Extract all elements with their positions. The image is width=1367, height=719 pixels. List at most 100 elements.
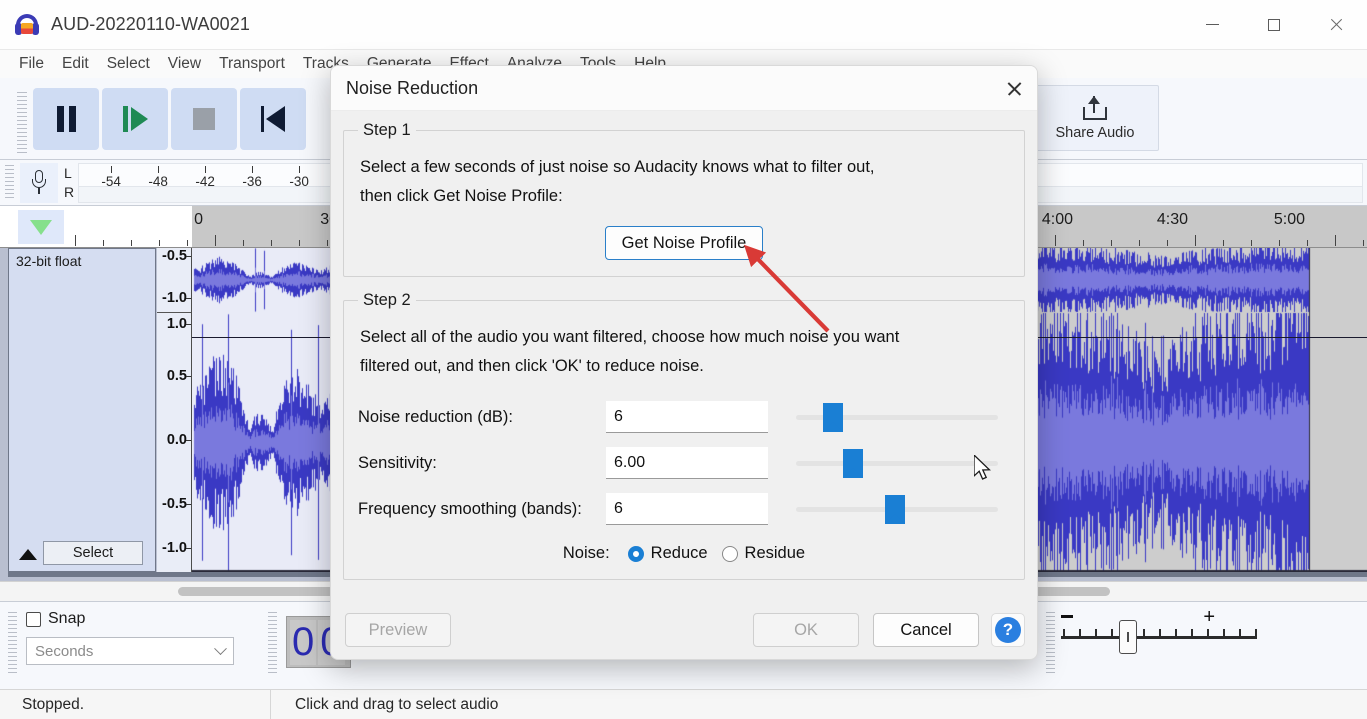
meter-channel-labels: L R [64,164,74,202]
slider-thumb[interactable] [885,495,906,524]
ruler-tick [1055,235,1056,246]
dialog-title-bar: Noise Reduction [331,66,1037,111]
time-toolbar-grip[interactable] [268,612,277,674]
zoom-slider-tick [1223,629,1225,637]
dialog-title: Noise Reduction [346,77,479,98]
noise-reduction-row: Noise reduction (dB): [358,394,1010,440]
meter-right-label: R [64,183,75,200]
step2-group: Step 2 Select all of the audio you want … [343,291,1025,580]
status-divider [270,689,271,719]
pause-button[interactable] [33,88,99,150]
ruler-tick [1279,240,1280,246]
close-icon [1329,18,1343,32]
zoom-slider-tick [1063,629,1065,637]
ruler-label: 4:30 [1156,211,1188,228]
zoom-slider-tick [1175,629,1177,637]
toolbar-grip[interactable] [17,92,27,154]
frequency-smoothing-slider[interactable] [796,493,998,525]
frequency-smoothing-label: Frequency smoothing (bands): [358,499,582,518]
ruler-tick [243,240,244,246]
time-digit-0: 0 [290,619,317,665]
noise-reduction-dialog: Noise Reduction Step 1 Select a few seco… [330,65,1038,660]
ruler-tick [1335,235,1336,246]
play-icon [122,106,148,132]
pause-icon [56,106,76,132]
zoom-slider-tick [1159,629,1161,637]
dialog-footer: Preview OK Cancel ? [331,601,1037,659]
ruler-tick [1167,240,1168,246]
sensitivity-slider[interactable] [796,447,998,479]
zoom-toolbar-grip[interactable] [1046,612,1055,674]
close-window-button[interactable] [1305,0,1367,50]
menu-view[interactable]: View [159,52,210,76]
snap-unit-select[interactable]: Seconds [26,637,234,665]
stop-icon [193,108,215,130]
noise-reduction-input[interactable] [606,401,768,433]
skip-to-start-button[interactable] [240,88,306,150]
slider-thumb[interactable] [823,403,844,432]
share-audio-button[interactable]: Share Audio [1031,85,1159,151]
zoom-slider[interactable]: + [1057,607,1271,660]
audacity-window: AUD-20220110-WA0021 File Edit Select Vie… [0,0,1367,719]
menu-file[interactable]: File [10,52,53,76]
zoom-slider-tick [1095,629,1097,637]
vertical-ruler-tick [186,548,191,549]
dialog-close-button[interactable] [991,66,1037,111]
maximize-icon [1268,18,1280,31]
radio-selected-icon [627,545,644,562]
ruler-tick [131,240,132,246]
status-hint-message: Click and drag to select audio [295,695,499,713]
zoom-in-icon[interactable]: + [1203,607,1215,627]
play-button[interactable] [102,88,168,150]
meter-tick [252,165,254,173]
meter-left-label: L [64,164,72,181]
menu-edit[interactable]: Edit [53,52,98,76]
channel-divider [157,312,191,313]
audacity-headphones-icon [14,12,40,38]
ruler-label: 0 [194,211,203,228]
noise-reduction-slider[interactable] [796,401,998,433]
menu-select[interactable]: Select [98,52,159,76]
track-control-panel[interactable]: 32-bit float Select [8,248,156,572]
noise-mode-row: Noise: Reduce Residue [358,544,1010,563]
step2-parameters: Noise reduction (dB): Sensitivity: [358,394,1010,563]
noise-residue-radio-option[interactable]: Residue [721,544,805,563]
snap-unit-value: Seconds [35,642,94,660]
slider-track [796,461,998,466]
step2-legend: Step 2 [363,291,411,309]
timeline-options-button[interactable] [18,210,64,244]
cancel-button[interactable]: Cancel [873,613,979,647]
stop-button[interactable] [171,88,237,150]
help-button[interactable]: ? [991,613,1025,647]
sensitivity-label: Sensitivity: [358,453,437,472]
minimize-button[interactable] [1181,0,1243,50]
meter-tick [111,165,113,173]
recording-meter-button[interactable] [20,162,58,203]
menu-transport[interactable]: Transport [210,52,294,76]
zoom-slider-thumb[interactable] [1119,620,1137,654]
meter-toolbar-grip[interactable] [5,164,14,201]
sensitivity-input[interactable] [606,447,768,479]
mouse-cursor [974,455,991,480]
selection-toolbar-grip[interactable] [8,612,17,674]
track-format-label: 32-bit float [16,253,82,269]
ruler-tick [299,240,300,246]
snap-checkbox-row[interactable]: Snap [26,610,254,628]
preview-button[interactable]: Preview [345,613,451,647]
vertical-ruler-label: -1.0 [162,290,187,306]
step1-description-line1: Select a few seconds of just noise so Au… [360,158,875,176]
step2-description-line1: Select all of the audio you want filtere… [360,328,900,346]
track-select-button[interactable]: Select [43,541,143,565]
ruler-tick [187,240,188,246]
ok-button[interactable]: OK [753,613,859,647]
snap-checkbox[interactable] [26,611,41,627]
slider-thumb[interactable] [843,449,864,478]
noise-reduce-radio-option[interactable]: Reduce [627,544,708,563]
zoom-out-icon[interactable] [1061,615,1073,618]
help-icon: ? [995,617,1021,643]
noise-reduction-label: Noise reduction (dB): [358,407,513,426]
frequency-smoothing-input[interactable] [606,493,768,525]
get-noise-profile-button[interactable]: Get Noise Profile [604,226,764,260]
collapse-track-icon[interactable] [19,549,37,560]
maximize-button[interactable] [1243,0,1305,50]
